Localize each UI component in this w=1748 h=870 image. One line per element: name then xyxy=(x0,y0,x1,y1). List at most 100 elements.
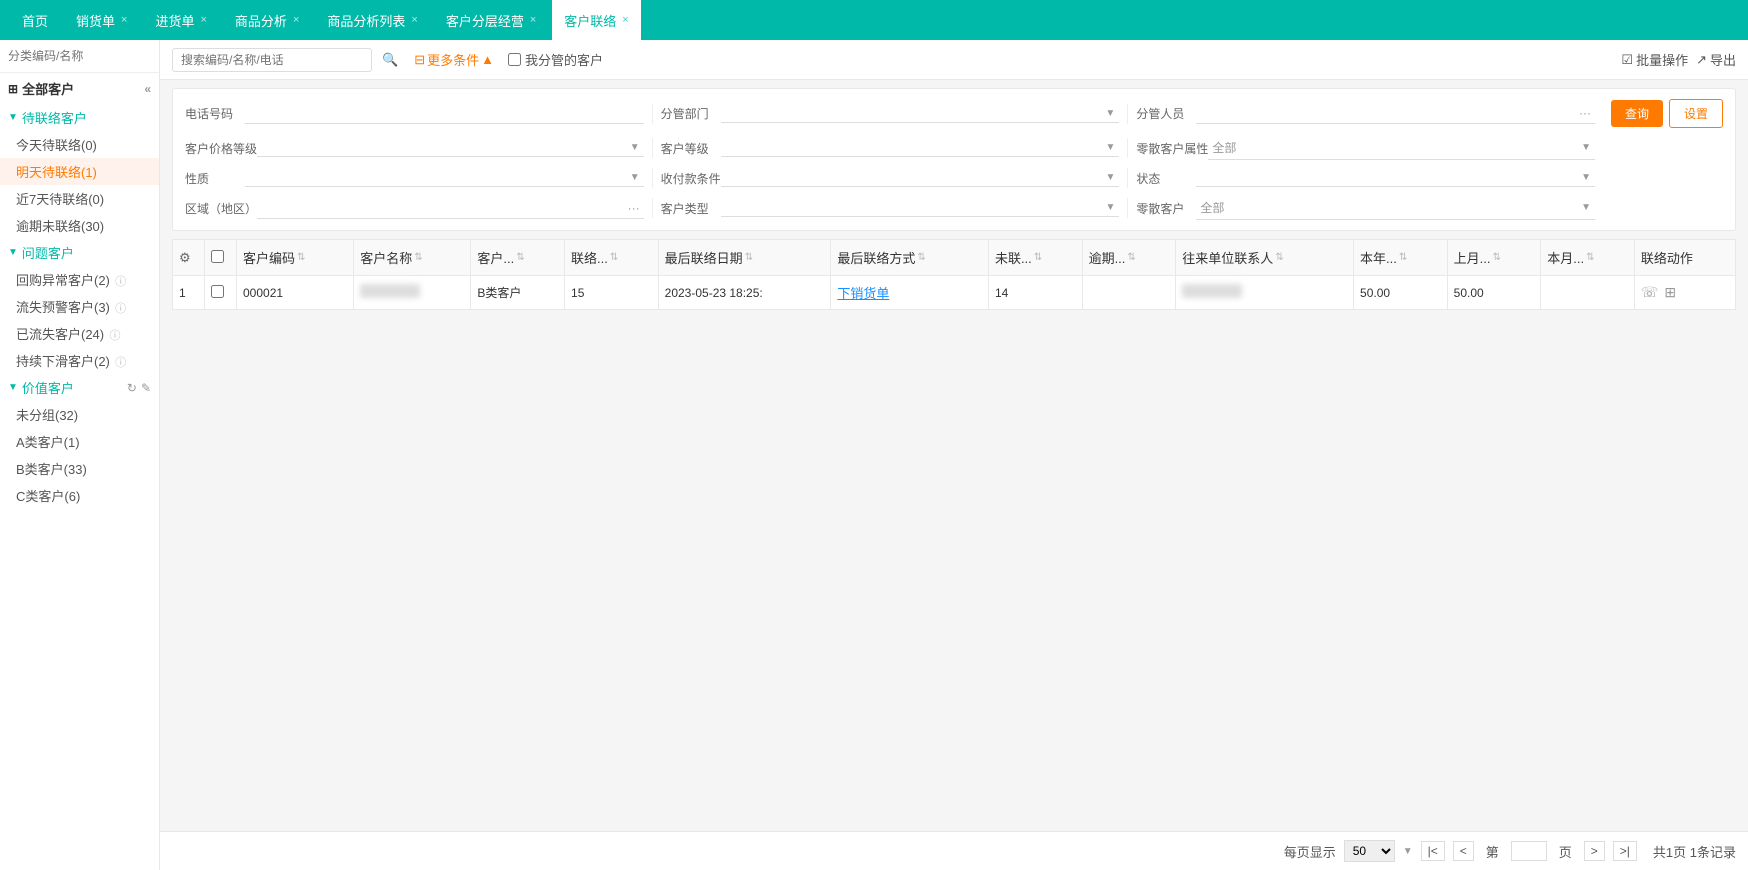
filter-nature-select[interactable]: ▼ xyxy=(245,169,644,187)
sidebar-item-overdue[interactable]: 逾期未联络(30) xyxy=(0,212,159,239)
col-contacts[interactable]: 联络... ⇅ xyxy=(565,240,659,276)
first-page-button[interactable]: |< xyxy=(1421,841,1445,861)
filter-payment-terms-select[interactable]: ▼ xyxy=(721,169,1120,187)
close-product-analysis-icon[interactable]: × xyxy=(293,14,299,26)
sidebar-item-ungrouped[interactable]: 未分组(32) xyxy=(0,401,159,428)
cell-code: 000021 xyxy=(237,276,354,310)
nav-sales[interactable]: 销货单 × xyxy=(64,0,139,40)
sidebar-item-declining[interactable]: 持续下滑客户(2) ⓘ xyxy=(0,347,159,374)
batch-operation-button[interactable]: ☑ 批量操作 xyxy=(1621,50,1688,69)
prev-page-button[interactable]: < xyxy=(1453,841,1474,861)
sidebar-item-abnormal-purchase[interactable]: 回购异常客户(2) ⓘ xyxy=(0,266,159,293)
filter-customer-type-select[interactable]: ▼ xyxy=(721,199,1120,217)
refresh-icon[interactable]: ↻ xyxy=(127,381,137,395)
filter-status-select[interactable]: ▼ xyxy=(1196,169,1595,187)
info-icon-0: ⓘ xyxy=(115,276,126,288)
sidebar-item-b-class[interactable]: B类客户(33) xyxy=(0,455,159,482)
sort-icon-overdue: ⇅ xyxy=(1127,252,1135,263)
filter-label-nature: 性质 xyxy=(185,170,245,187)
sidebar-group-label-value[interactable]: ▼ 价值客户 ↻ ✎ xyxy=(0,374,159,401)
select-all-checkbox[interactable] xyxy=(211,250,224,263)
search-button[interactable]: 🔍 xyxy=(380,50,400,70)
query-button[interactable]: 查询 xyxy=(1611,100,1663,127)
last-page-button[interactable]: >| xyxy=(1613,841,1637,861)
nav-customer-tier[interactable]: 客户分层经营 × xyxy=(434,0,548,40)
filter-label-region: 区域（地区） xyxy=(185,200,257,217)
export-button[interactable]: ↗ 导出 xyxy=(1696,50,1736,69)
col-this-year[interactable]: 本年... ⇅ xyxy=(1354,240,1448,276)
last-contact-link[interactable]: 下销货单 xyxy=(837,286,889,301)
sidebar-item-today[interactable]: 今天待联络(0) xyxy=(0,131,159,158)
sidebar-group-label-problem[interactable]: ▼ 问题客户 xyxy=(0,239,159,266)
page-number-input[interactable]: 1 xyxy=(1511,841,1547,861)
close-customer-tier-icon[interactable]: × xyxy=(530,14,536,26)
col-customer-type[interactable]: 客户... ⇅ xyxy=(471,240,565,276)
col-last-month[interactable]: 上月... ⇅ xyxy=(1447,240,1541,276)
page-label: 第 xyxy=(1486,842,1499,861)
page-size-select[interactable]: 10 20 50 100 xyxy=(1344,840,1395,862)
filter-label-customer-grade: 客户等级 xyxy=(661,140,721,157)
sidebar-all-customers[interactable]: ⊞ 全部客户 « xyxy=(0,73,159,104)
filter-action-buttons: 查询 设置 xyxy=(1611,99,1723,128)
col-customer-name[interactable]: 客户名称 ⇅ xyxy=(354,240,471,276)
region-dots-button[interactable]: ··· xyxy=(628,201,640,215)
close-purchase-icon[interactable]: × xyxy=(200,14,206,26)
filter-retail-attr-select[interactable]: 全部 ▼ xyxy=(1208,136,1595,160)
col-last-contact-method[interactable]: 最后联络方式 ⇅ xyxy=(831,240,989,276)
filter-retail-customer-select[interactable]: 全部 ▼ xyxy=(1196,196,1595,220)
person-dots-button[interactable]: ··· xyxy=(1579,106,1591,120)
filter-icon: ⊟ xyxy=(414,52,425,68)
total-records-label: 共1页 1条记录 xyxy=(1653,842,1736,861)
next-page-button[interactable]: > xyxy=(1584,841,1605,861)
col-no-contact[interactable]: 未联... ⇅ xyxy=(988,240,1082,276)
my-customers-checkbox-label[interactable]: 我分管的客户 xyxy=(508,50,603,69)
collapse-icon[interactable]: « xyxy=(144,82,151,96)
sidebar-group-label-pending[interactable]: ▼ 待联络客户 xyxy=(0,104,159,131)
sidebar-search-input[interactable] xyxy=(8,49,160,63)
col-company-contact[interactable]: 往来单位联系人 ⇅ xyxy=(1176,240,1354,276)
col-this-month[interactable]: 本月... ⇅ xyxy=(1541,240,1635,276)
close-customer-contact-icon[interactable]: × xyxy=(622,14,628,26)
qr-icon[interactable]: ⊞ xyxy=(1664,284,1676,301)
filter-retail-customer: 零散客户 全部 ▼ xyxy=(1136,196,1595,220)
nav-purchase[interactable]: 进货单 × xyxy=(143,0,218,40)
close-sales-icon[interactable]: × xyxy=(121,14,127,26)
col-overdue[interactable]: 逾期... ⇅ xyxy=(1082,240,1176,276)
filter-phone-input[interactable] xyxy=(245,103,644,124)
col-checkbox xyxy=(205,240,237,276)
sidebar-item-c-class[interactable]: C类客户(6) xyxy=(0,482,159,509)
info-icon-3: ⓘ xyxy=(115,357,126,369)
nav-product-analysis[interactable]: 商品分析 × xyxy=(223,0,311,40)
nav-home[interactable]: 首页 xyxy=(10,0,60,40)
filter-price-grade-select[interactable]: ▼ xyxy=(257,139,644,157)
col-customer-code[interactable]: 客户编码 ⇅ xyxy=(237,240,354,276)
filter-customer-grade-select[interactable]: ▼ xyxy=(721,139,1120,157)
chevron-down-icon-8: ▼ xyxy=(1105,202,1115,213)
search-input[interactable] xyxy=(172,48,372,72)
col-last-contact-date[interactable]: 最后联络日期 ⇅ xyxy=(658,240,831,276)
sidebar-item-a-class[interactable]: A类客户(1) xyxy=(0,428,159,455)
gear-icon[interactable]: ⚙ xyxy=(179,250,191,265)
sidebar-item-7days[interactable]: 近7天待联络(0) xyxy=(0,185,159,212)
filter-customer-type: 客户类型 ▼ xyxy=(661,199,1120,217)
nav-product-analysis-list[interactable]: 商品分析列表 × xyxy=(315,0,429,40)
sidebar-item-churn-warning[interactable]: 流失预警客户(3) ⓘ xyxy=(0,293,159,320)
row-checkbox[interactable] xyxy=(211,285,224,298)
col-settings: ⚙ xyxy=(173,240,205,276)
filter-more-button[interactable]: ⊟ 更多条件 ▲ xyxy=(408,46,500,73)
my-customers-checkbox[interactable] xyxy=(508,53,521,66)
sidebar-item-churned[interactable]: 已流失客户(24) ⓘ xyxy=(0,320,159,347)
phone-icon[interactable]: ☏ xyxy=(1641,284,1659,301)
filter-label-retail-attr: 零散客户属性 xyxy=(1136,140,1208,157)
page-size-label: 每页显示 xyxy=(1284,842,1336,861)
close-product-list-icon[interactable]: × xyxy=(411,14,417,26)
edit-icon[interactable]: ✎ xyxy=(141,381,151,395)
info-icon-1: ⓘ xyxy=(115,303,126,315)
sort-icon-code: ⇅ xyxy=(297,252,305,263)
filter-dept-select[interactable]: ▼ xyxy=(721,105,1120,123)
nav-customer-contact[interactable]: 客户联络 × xyxy=(552,0,640,40)
setting-button[interactable]: 设置 xyxy=(1669,99,1723,128)
sidebar-item-tomorrow[interactable]: 明天待联络(1) xyxy=(0,158,159,185)
sidebar-group-problem: ▼ 问题客户 回购异常客户(2) ⓘ 流失预警客户(3) ⓘ 已流失客户(24)… xyxy=(0,239,159,374)
table-wrapper: ⚙ 客户编码 ⇅ 客户名称 xyxy=(160,239,1748,831)
